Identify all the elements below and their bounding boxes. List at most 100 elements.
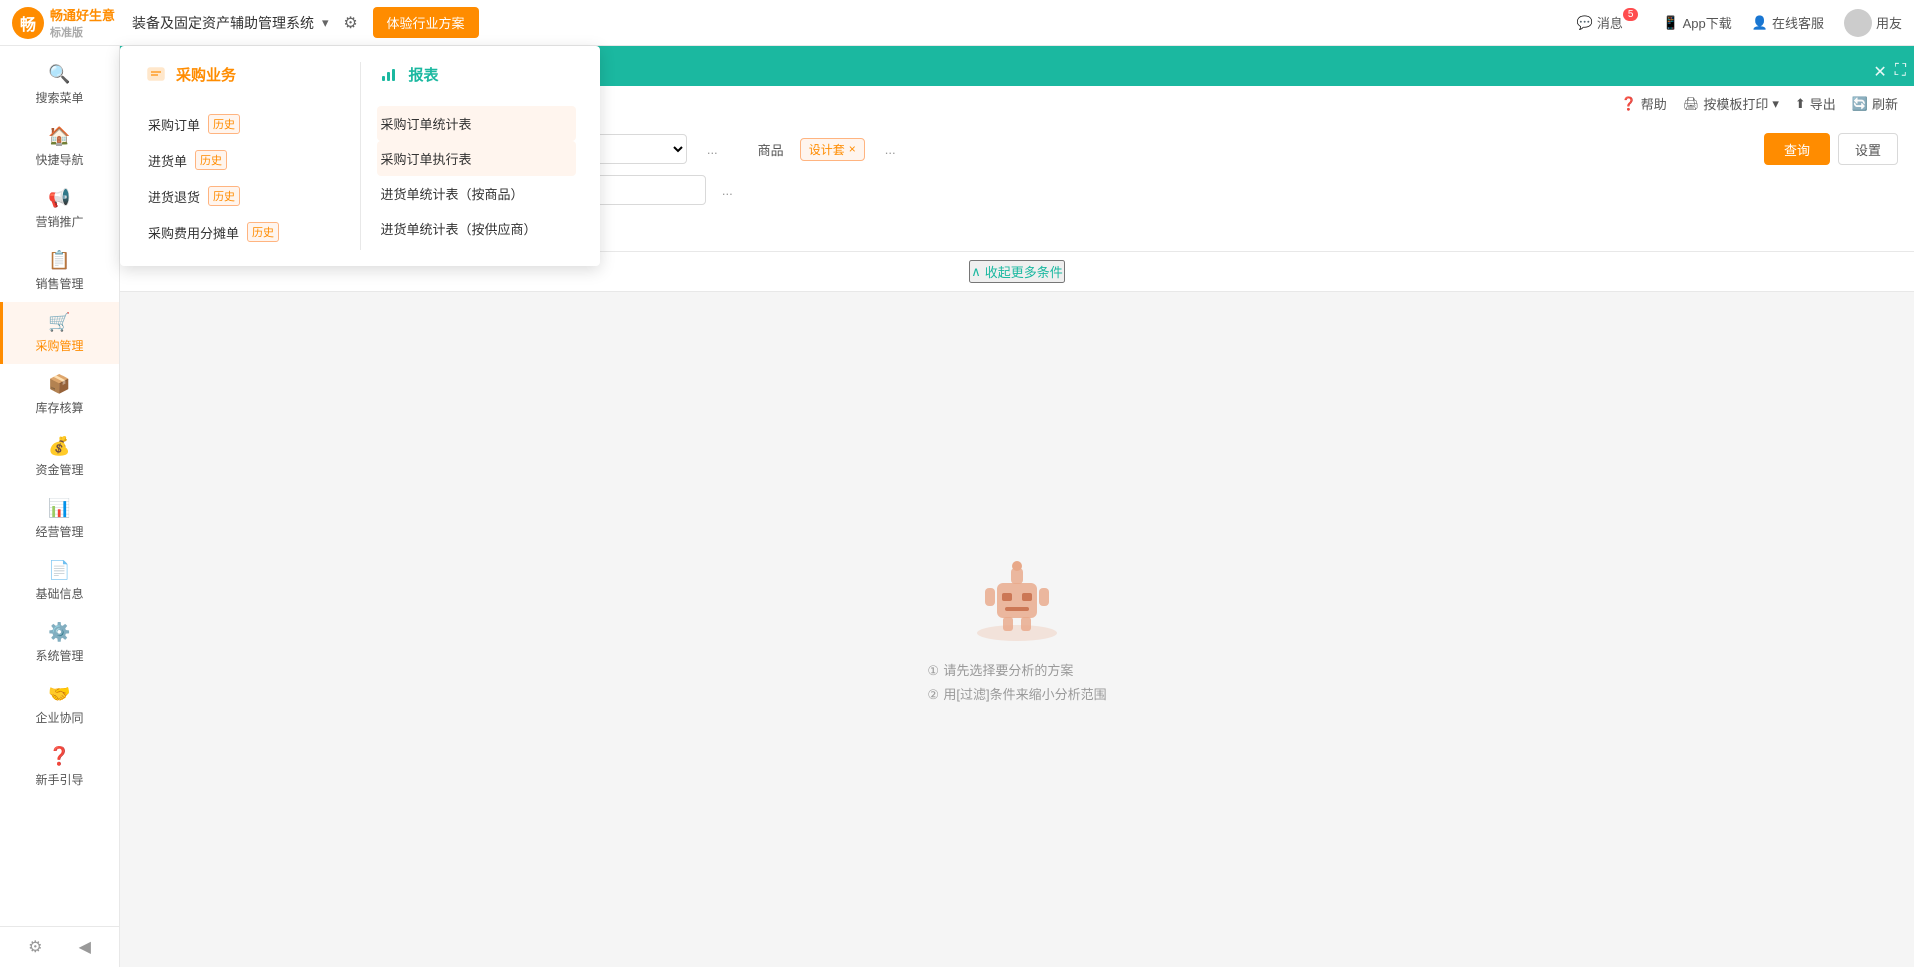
sidebar-item-inventory[interactable]: 📦 库存核算 xyxy=(0,364,119,426)
settings-icon[interactable]: ⚙ xyxy=(337,9,365,37)
sidebar-item-marketing[interactable]: 📢 营销推广 xyxy=(0,178,119,240)
sidebar-collapse-icon[interactable]: ◀ xyxy=(79,937,91,957)
system-dropdown-arrow[interactable]: ▾ xyxy=(322,15,329,31)
dropdown-item-purchase-order[interactable]: 采购订单 历史 xyxy=(144,106,344,142)
goods-ellipsis[interactable]: ... xyxy=(885,142,896,157)
sidebar-item-label: 采购管理 xyxy=(35,337,83,354)
salesperson-ellipsis[interactable]: ... xyxy=(722,183,733,198)
empty-hint-2: 用[过滤]条件来缩小分析范围 xyxy=(943,687,1106,702)
sidebar-item-sales[interactable]: 📋 销售管理 xyxy=(0,240,119,302)
app-sub: 标准版 xyxy=(50,24,115,40)
purchase-col: 采购业务 采购订单 历史 进货单 历史 进货退货 历史 采购费用分摊单 历史 xyxy=(136,62,352,250)
purchase-dropdown-menu: 采购业务 采购订单 历史 进货单 历史 进货退货 历史 采购费用分摊单 历史 报… xyxy=(120,46,600,266)
sidebar-item-purchase[interactable]: 🛒 采购管理 xyxy=(0,302,119,364)
operation-icon: 📊 xyxy=(48,498,70,519)
dropdown-item-inbound-stats-goods[interactable]: 进货单统计表（按商品） xyxy=(377,176,577,211)
sidebar: 🔍 搜索菜单 🏠 快捷导航 📢 营销推广 📋 销售管理 🛒 采购管理 📦 库存核… xyxy=(0,46,120,967)
export-label: 导出 xyxy=(1810,94,1836,113)
report-col-icon xyxy=(377,62,401,86)
inbound-history[interactable]: 历史 xyxy=(195,150,227,170)
message-item[interactable]: 💬 消息 5 xyxy=(1577,13,1643,32)
inventory-icon: 📦 xyxy=(48,374,70,395)
return-label: 进货退货 xyxy=(148,187,200,206)
purchase-col-title: 采购业务 xyxy=(144,62,344,94)
sidebar-item-operation[interactable]: 📊 经营管理 xyxy=(0,488,119,550)
inbound-stats-supplier-label: 进货单统计表（按供应商） xyxy=(381,219,537,238)
empty-state: 请先选择要分析的方案 用[过滤]条件来缩小分析范围 xyxy=(120,292,1914,967)
goods-label: 商品 xyxy=(758,140,784,159)
sidebar-bottom: ⚙ ◀ xyxy=(0,926,119,967)
print-label: 按模板打印 xyxy=(1703,94,1768,113)
goods-tag-text: 设计套 xyxy=(809,141,845,158)
dropdown-item-expense[interactable]: 采购费用分摊单 历史 xyxy=(144,214,344,250)
guide-icon: ❓ xyxy=(48,746,70,767)
goods-tag-close[interactable]: × xyxy=(849,142,856,156)
sidebar-settings-icon[interactable]: ⚙ xyxy=(28,937,42,957)
report-col-title-text: 报表 xyxy=(409,64,439,85)
refresh-button[interactable]: 🔄 刷新 xyxy=(1852,94,1898,113)
empty-illustration xyxy=(967,553,1067,643)
basic-info-icon: 📄 xyxy=(48,560,70,581)
expense-label: 采购费用分摊单 xyxy=(148,223,239,242)
sidebar-item-label: 销售管理 xyxy=(35,275,83,292)
help-icon: ❓ xyxy=(1621,96,1637,112)
top-bar: 畅 畅通好生意 标准版 装备及固定资产辅助管理系统 ▾ ⚙ 体验行业方案 💬 消… xyxy=(0,0,1914,46)
print-dropdown-icon: ▾ xyxy=(1772,96,1779,112)
tab-expand-action[interactable]: ⛶ xyxy=(1895,62,1906,82)
app-name: 畅通好生意 xyxy=(50,5,115,24)
dropdown-item-inbound-stats-supplier[interactable]: 进货单统计表（按供应商） xyxy=(377,211,577,246)
tab-close-action[interactable]: ✕ xyxy=(1873,62,1886,82)
sidebar-item-system[interactable]: ⚙️ 系统管理 xyxy=(0,612,119,674)
order-stats-label: 采购订单统计表 xyxy=(381,114,472,133)
user-item[interactable]: 用友 xyxy=(1844,9,1902,37)
sidebar-item-finance[interactable]: 💰 资金管理 xyxy=(0,426,119,488)
dropdown-divider xyxy=(360,62,361,250)
sidebar-item-label: 经营管理 xyxy=(35,523,83,540)
export-button[interactable]: ⬆ 导出 xyxy=(1795,94,1836,113)
help-button[interactable]: ❓ 帮助 xyxy=(1621,94,1667,113)
app-download-item[interactable]: 📱 App下载 xyxy=(1662,13,1731,32)
expense-history[interactable]: 历史 xyxy=(247,222,279,242)
system-name: 装备及固定资产辅助管理系统 xyxy=(132,13,314,33)
voucher-ellipsis[interactable]: ... xyxy=(707,142,718,157)
sidebar-item-label: 企业协同 xyxy=(35,709,83,726)
sidebar-item-guide[interactable]: ❓ 新手引导 xyxy=(0,736,119,798)
home-icon: 🏠 xyxy=(48,126,70,147)
top-bar-right: 💬 消息 5 📱 App下载 👤 在线客服 用友 xyxy=(1577,9,1902,37)
dropdown-item-return[interactable]: 进货退货 历史 xyxy=(144,178,344,214)
dropdown-item-order-stats[interactable]: 采购订单统计表 xyxy=(377,106,577,141)
settings-button[interactable]: 设置 xyxy=(1838,133,1898,165)
system-icon: ⚙️ xyxy=(48,622,70,643)
search-icon: 🔍 xyxy=(48,64,70,85)
dropdown-item-order-exec[interactable]: 采购订单执行表 xyxy=(377,141,577,176)
sidebar-item-enterprise[interactable]: 🤝 企业协同 xyxy=(0,674,119,736)
inbound-stats-goods-label: 进货单统计表（按商品） xyxy=(381,184,524,203)
purchase-icon: 🛒 xyxy=(48,312,70,333)
return-history[interactable]: 历史 xyxy=(208,186,240,206)
marketing-icon: 📢 xyxy=(48,188,70,209)
purchase-col-icon xyxy=(144,62,168,86)
sidebar-item-search[interactable]: 🔍 搜索菜单 xyxy=(0,54,119,116)
logo-icon: 畅 xyxy=(12,7,44,39)
trial-button[interactable]: 体验行业方案 xyxy=(373,7,479,38)
finance-icon: 💰 xyxy=(48,436,70,457)
query-button[interactable]: 查询 xyxy=(1764,133,1830,165)
sidebar-item-label: 库存核算 xyxy=(35,399,83,416)
sidebar-item-quick-nav[interactable]: 🏠 快捷导航 xyxy=(0,116,119,178)
message-badge: 5 xyxy=(1623,8,1639,21)
collapse-button[interactable]: ∧ 收起更多条件 xyxy=(969,260,1065,283)
print-button[interactable]: 🖨 按模板打印 ▾ xyxy=(1683,94,1779,113)
export-icon: ⬆ xyxy=(1795,96,1806,112)
sidebar-item-label: 新手引导 xyxy=(35,771,83,788)
dropdown-item-inbound[interactable]: 进货单 历史 xyxy=(144,142,344,178)
purchase-order-history[interactable]: 历史 xyxy=(208,114,240,134)
sidebar-item-basic-info[interactable]: 📄 基础信息 xyxy=(0,550,119,612)
report-col-title: 报表 xyxy=(377,62,577,94)
inbound-label: 进货单 xyxy=(148,151,187,170)
empty-hint-1: 请先选择要分析的方案 xyxy=(943,663,1073,678)
online-service-item[interactable]: 👤 在线客服 xyxy=(1752,13,1824,32)
report-col: 报表 采购订单统计表 采购订单执行表 进货单统计表（按商品） 进货单统计表（按供… xyxy=(369,62,585,250)
sidebar-item-label: 快捷导航 xyxy=(35,151,83,168)
sidebar-item-label: 系统管理 xyxy=(35,647,83,664)
logo: 畅 畅通好生意 标准版 xyxy=(12,5,132,40)
